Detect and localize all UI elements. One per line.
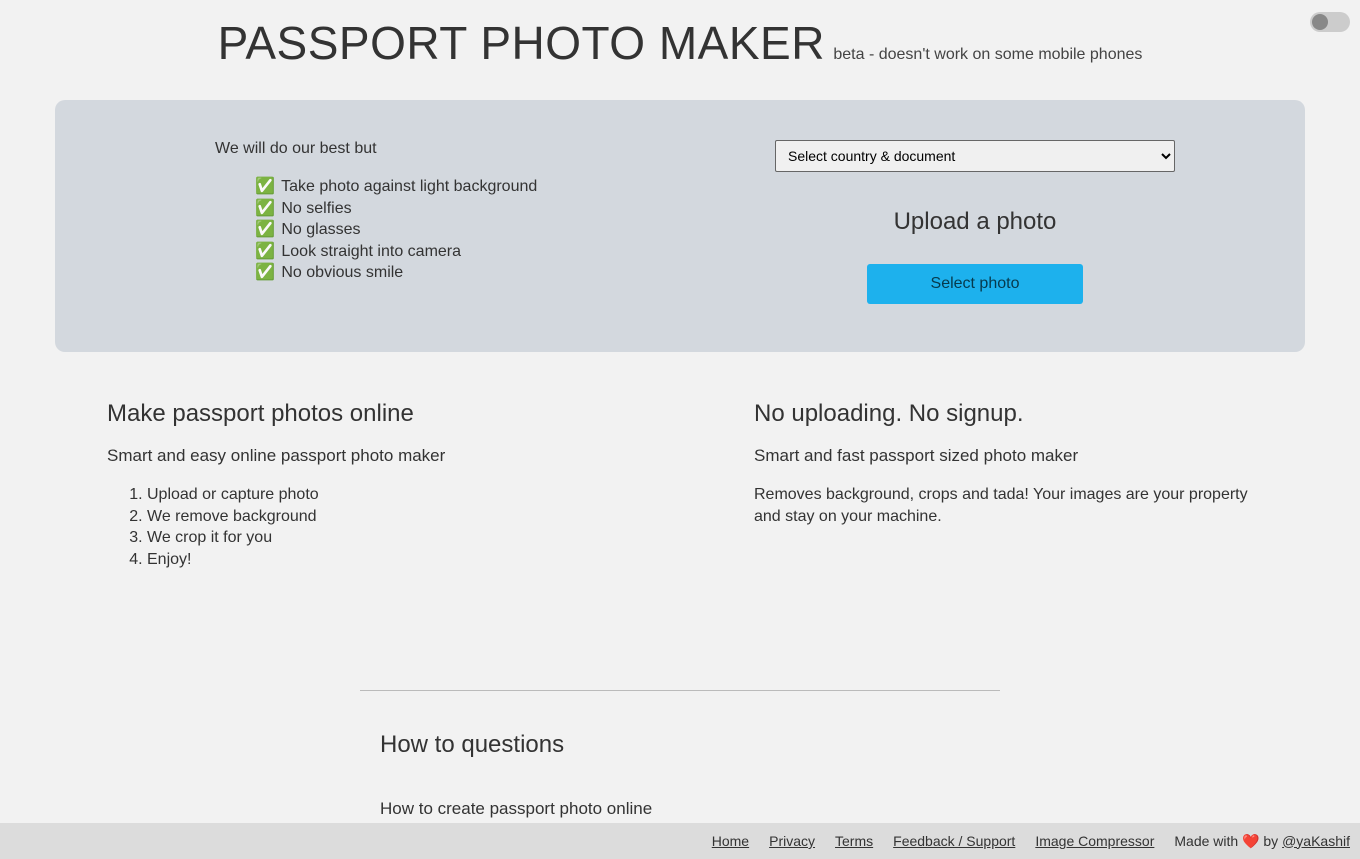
check-icon: ✅ xyxy=(255,200,275,217)
check-icon: ✅ xyxy=(255,221,275,238)
info-left-subheading: Smart and easy online passport photo mak… xyxy=(107,446,602,466)
check-icon: ✅ xyxy=(255,243,275,260)
footer-link-home[interactable]: Home xyxy=(712,833,749,849)
info-right: No uploading. No signup. Smart and fast … xyxy=(698,400,1305,570)
guideline-item: ✅ No selfies xyxy=(255,198,640,220)
check-icon: ✅ xyxy=(255,264,275,281)
guideline-item: ✅ Look straight into camera xyxy=(255,241,640,263)
toggle-knob xyxy=(1312,14,1328,30)
info-right-heading: No uploading. No signup. xyxy=(754,400,1249,428)
howto-section: How to questions How to create passport … xyxy=(380,731,980,819)
footer-link-image-compressor[interactable]: Image Compressor xyxy=(1035,833,1154,849)
guidelines-column: We will do our best but ✅ Take photo aga… xyxy=(110,140,640,304)
dark-mode-toggle[interactable] xyxy=(1310,12,1350,32)
check-icon: ✅ xyxy=(255,178,275,195)
step-item: We remove background xyxy=(147,506,602,528)
guideline-item: ✅ No obvious smile xyxy=(255,262,640,284)
info-left-heading: Make passport photos online xyxy=(107,400,602,428)
title-row: PASSPORT PHOTO MAKER beta - doesn't work… xyxy=(0,16,1360,70)
howto-question: How to create passport photo online xyxy=(380,799,980,819)
upload-title: Upload a photo xyxy=(894,208,1057,236)
page-title: PASSPORT PHOTO MAKER xyxy=(218,17,825,69)
country-document-select[interactable]: Select country & document xyxy=(775,140,1175,172)
step-item: Enjoy! xyxy=(147,549,602,571)
select-photo-button[interactable]: Select photo xyxy=(867,264,1084,304)
steps-list: Upload or capture photo We remove backgr… xyxy=(107,484,602,570)
guideline-text: No obvious smile xyxy=(281,264,403,281)
step-item: We crop it for you xyxy=(147,527,602,549)
guidelines-lead: We will do our best but xyxy=(215,140,640,158)
footer-link-privacy[interactable]: Privacy xyxy=(769,833,815,849)
beta-note: beta - doesn't work on some mobile phone… xyxy=(833,46,1142,63)
guideline-text: No glasses xyxy=(281,221,360,238)
upload-column: Select country & document Upload a photo… xyxy=(700,140,1250,304)
footer-credit: Made with ❤️ by @yaKashif xyxy=(1174,833,1350,850)
main-panel: We will do our best but ✅ Take photo aga… xyxy=(55,100,1305,352)
info-right-subheading: Smart and fast passport sized photo make… xyxy=(754,446,1249,466)
divider xyxy=(360,690,1000,691)
credit-link[interactable]: @yaKashif xyxy=(1282,833,1350,849)
guideline-text: Look straight into camera xyxy=(281,243,461,260)
info-section: Make passport photos online Smart and ea… xyxy=(55,400,1305,570)
guideline-item: ✅ No glasses xyxy=(255,219,640,241)
guideline-text: No selfies xyxy=(281,200,351,217)
footer-bar: Home Privacy Terms Feedback / Support Im… xyxy=(0,823,1360,859)
footer-link-terms[interactable]: Terms xyxy=(835,833,873,849)
footer-link-feedback[interactable]: Feedback / Support xyxy=(893,833,1015,849)
credit-prefix: Made with ❤️ by xyxy=(1174,833,1282,849)
info-left: Make passport photos online Smart and ea… xyxy=(55,400,658,570)
info-right-body: Removes background, crops and tada! Your… xyxy=(754,484,1249,527)
guideline-item: ✅ Take photo against light background xyxy=(255,176,640,198)
step-item: Upload or capture photo xyxy=(147,484,602,506)
guidelines-list: ✅ Take photo against light background ✅ … xyxy=(215,176,640,284)
howto-heading: How to questions xyxy=(380,731,980,759)
guideline-text: Take photo against light background xyxy=(281,178,537,195)
